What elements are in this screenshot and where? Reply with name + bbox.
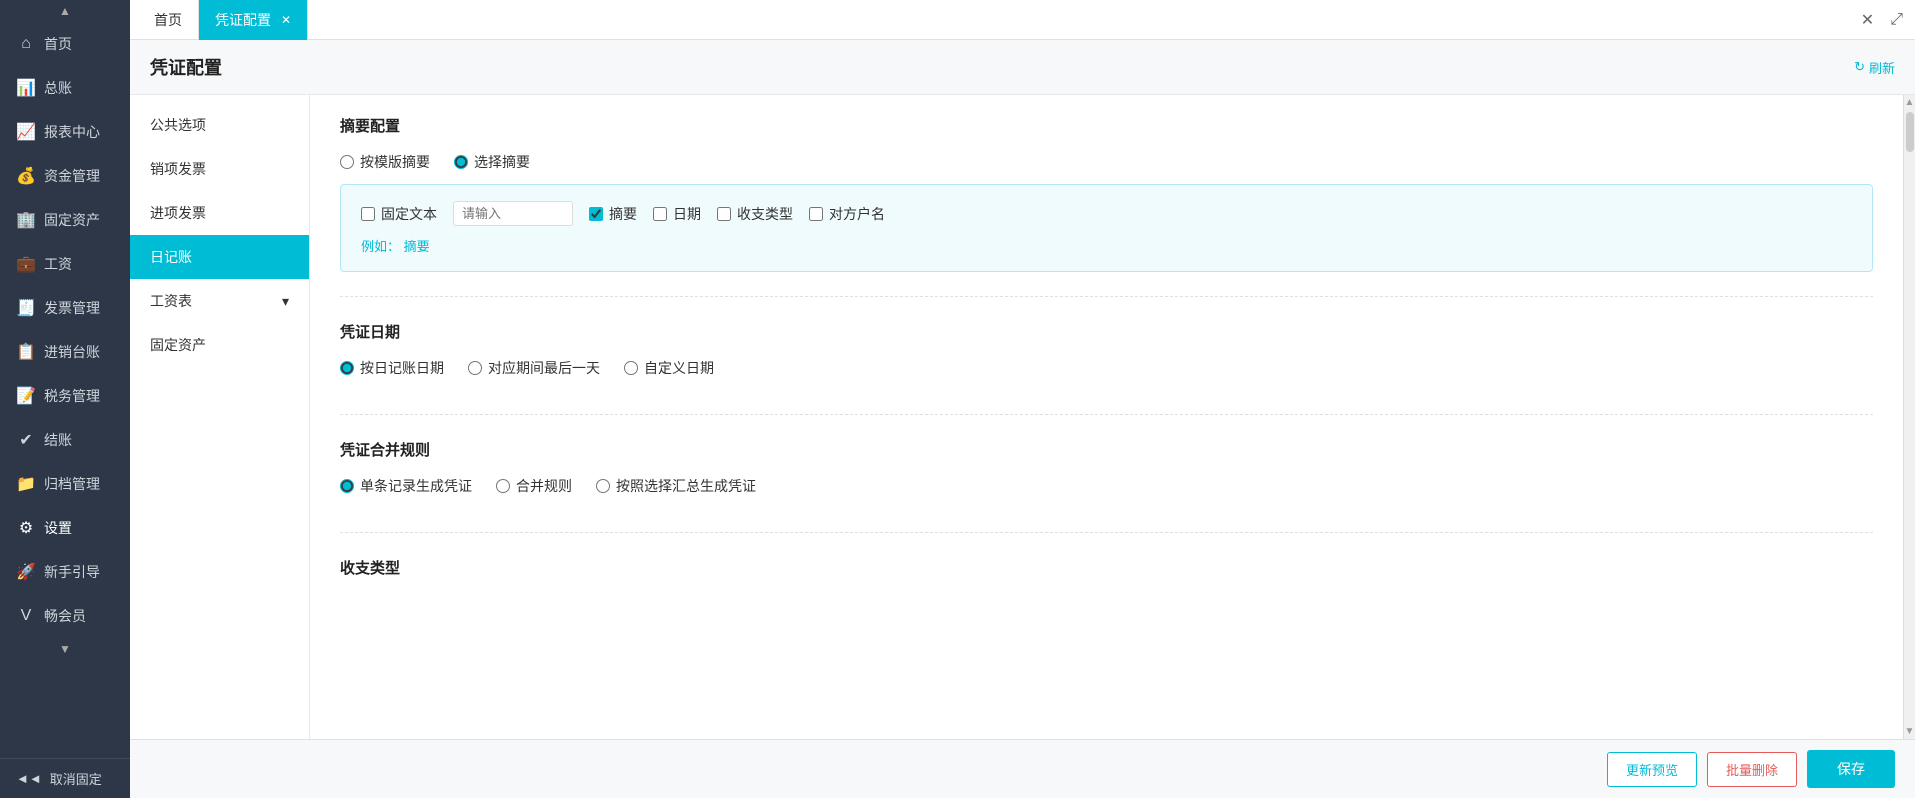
scroll-up-arrow[interactable]: ▲	[1905, 97, 1915, 108]
tab-close-button[interactable]: ✕	[281, 13, 291, 27]
sidebar-item-vip[interactable]: V 畅会员	[0, 594, 130, 638]
tab-bar: 首页 凭证配置 ✕ ✕ ⤢	[130, 0, 1915, 40]
radio-select-abstract[interactable]: 选择摘要	[454, 152, 530, 172]
pin-icon: ◄◄	[16, 771, 42, 786]
content-area: 凭证配置 ↻ 刷新 公共选项 销项发票 进项发票 日记账	[130, 40, 1915, 798]
abstract-config-box: 固定文本 摘要 日期	[340, 184, 1873, 272]
voucher-date-radio-group: 按日记账日期 对应期间最后一天 自定义日期	[340, 358, 1873, 378]
sidebar-item-assets[interactable]: 🏢 固定资产	[0, 198, 130, 242]
batch-delete-button[interactable]: 批量删除	[1707, 752, 1797, 787]
settings-icon: ⚙	[16, 518, 36, 538]
guide-icon: 🚀	[16, 562, 36, 582]
section-abstract: 摘要配置 按模版摘要 选择摘要	[340, 115, 1873, 297]
sidebar-item-funds[interactable]: 💰 资金管理	[0, 154, 130, 198]
sidebar-item-salary[interactable]: 💼 工资	[0, 242, 130, 286]
content-body: 公共选项 销项发票 进项发票 日记账 工资表 ▾ 固定资产	[130, 95, 1915, 739]
left-nav-item-fixed-assets[interactable]: 固定资产	[130, 323, 309, 367]
radio-select-merge[interactable]: 按照选择汇总生成凭证	[596, 476, 756, 496]
radio-custom-date[interactable]: 自定义日期	[624, 358, 714, 378]
radio-merge-rules[interactable]: 合并规则	[496, 476, 572, 496]
sidebar-item-guide[interactable]: 🚀 新手引导	[0, 550, 130, 594]
sidebar-item-invoice-mgmt[interactable]: 🧾 发票管理	[0, 286, 130, 330]
right-content: 摘要配置 按模版摘要 选择摘要	[310, 95, 1903, 739]
abstract-example: 例如： 摘要	[361, 236, 1852, 255]
outer-scrollbar[interactable]: ▲ ▼	[1903, 95, 1915, 739]
sales-ledger-icon: 📋	[16, 342, 36, 362]
abstract-checkbox-row: 固定文本 摘要 日期	[361, 201, 1852, 226]
radio-period-last-day[interactable]: 对应期间最后一天	[468, 358, 600, 378]
salary-icon: 💼	[16, 254, 36, 274]
left-nav: 公共选项 销项发票 进项发票 日记账 工资表 ▾ 固定资产	[130, 95, 310, 739]
chevron-down-icon: ▾	[282, 293, 289, 310]
bottom-action-bar: 更新预览 批量删除 保存	[130, 739, 1915, 798]
left-nav-item-purchase-invoice[interactable]: 进项发票	[130, 191, 309, 235]
sidebar-scroll-down[interactable]: ▼	[0, 638, 130, 660]
sidebar: ▲ ⌂ 首页 📊 总账 📈 报表中心 💰 资金管理 🏢 固定资产 💼 工资 🧾 …	[0, 0, 130, 798]
refresh-button[interactable]: ↻ 刷新	[1854, 58, 1895, 77]
tab-voucher-config[interactable]: 凭证配置 ✕	[199, 0, 308, 40]
save-button[interactable]: 保存	[1807, 750, 1895, 788]
voucher-date-title: 凭证日期	[340, 321, 1873, 342]
section-income-type: 收支类型	[340, 557, 1873, 618]
radio-template-abstract[interactable]: 按模版摘要	[340, 152, 430, 172]
home-icon: ⌂	[16, 35, 36, 53]
section-merge-rules: 凭证合并规则 单条记录生成凭证 合并规则 按照选择汇总生成凭证	[340, 439, 1873, 533]
section-voucher-date: 凭证日期 按日记账日期 对应期间最后一天 自定义日期	[340, 321, 1873, 415]
page-title: 凭证配置	[150, 54, 222, 80]
window-close-button[interactable]: ✕	[1857, 6, 1878, 34]
reports-icon: 📈	[16, 122, 36, 142]
update-preview-button[interactable]: 更新预览	[1607, 752, 1697, 787]
scroll-thumb[interactable]	[1906, 112, 1914, 152]
ledger-icon: 📊	[16, 78, 36, 98]
tab-home[interactable]: 首页	[138, 0, 199, 40]
main-area: 首页 凭证配置 ✕ ✕ ⤢ 凭证配置 ↻ 刷新 公共选项	[130, 0, 1915, 798]
tax-icon: 📝	[16, 386, 36, 406]
sidebar-item-reports[interactable]: 📈 报表中心	[0, 110, 130, 154]
invoice-mgmt-icon: 🧾	[16, 298, 36, 318]
scroll-down-arrow[interactable]: ▼	[1905, 726, 1915, 737]
refresh-icon: ↻	[1854, 59, 1865, 75]
abstract-section-title: 摘要配置	[340, 115, 1873, 136]
left-nav-item-payroll[interactable]: 工资表 ▾	[130, 279, 309, 323]
fixed-text-input[interactable]	[453, 201, 573, 226]
left-nav-item-journal[interactable]: 日记账	[130, 235, 309, 279]
sidebar-item-archive[interactable]: 📁 归档管理	[0, 462, 130, 506]
merge-rules-radio-group: 单条记录生成凭证 合并规则 按照选择汇总生成凭证	[340, 476, 1873, 496]
sidebar-item-checkout[interactable]: ✔ 结账	[0, 418, 130, 462]
page-header: 凭证配置 ↻ 刷新	[130, 40, 1915, 95]
radio-single-record[interactable]: 单条记录生成凭证	[340, 476, 472, 496]
checkbox-date[interactable]: 日期	[653, 204, 701, 224]
funds-icon: 💰	[16, 166, 36, 186]
merge-rules-title: 凭证合并规则	[340, 439, 1873, 460]
left-nav-item-public[interactable]: 公共选项	[130, 103, 309, 147]
left-nav-item-sales-invoice[interactable]: 销项发票	[130, 147, 309, 191]
abstract-radio-group: 按模版摘要 选择摘要	[340, 152, 1873, 172]
sidebar-item-sales-ledger[interactable]: 📋 进销台账	[0, 330, 130, 374]
checkbox-fixed-text[interactable]: 固定文本	[361, 204, 437, 224]
checkbox-counterparty[interactable]: 对方户名	[809, 204, 885, 224]
income-type-title: 收支类型	[340, 557, 1873, 578]
checkout-icon: ✔	[16, 430, 36, 450]
sidebar-item-ledger[interactable]: 📊 总账	[0, 66, 130, 110]
archive-icon: 📁	[16, 474, 36, 494]
sidebar-pin-toggle[interactable]: ◄◄ 取消固定	[0, 758, 130, 798]
checkbox-income-type[interactable]: 收支类型	[717, 204, 793, 224]
sidebar-item-tax[interactable]: 📝 税务管理	[0, 374, 130, 418]
radio-journal-date[interactable]: 按日记账日期	[340, 358, 444, 378]
sidebar-item-home[interactable]: ⌂ 首页	[0, 22, 130, 66]
window-expand-button[interactable]: ⤢	[1886, 7, 1907, 33]
tab-bar-actions: ✕ ⤢	[1857, 6, 1907, 34]
vip-icon: V	[16, 607, 36, 625]
checkbox-abstract[interactable]: 摘要	[589, 204, 637, 224]
assets-icon: 🏢	[16, 210, 36, 230]
sidebar-scroll-up[interactable]: ▲	[0, 0, 130, 22]
sidebar-item-settings[interactable]: ⚙ 设置	[0, 506, 130, 550]
